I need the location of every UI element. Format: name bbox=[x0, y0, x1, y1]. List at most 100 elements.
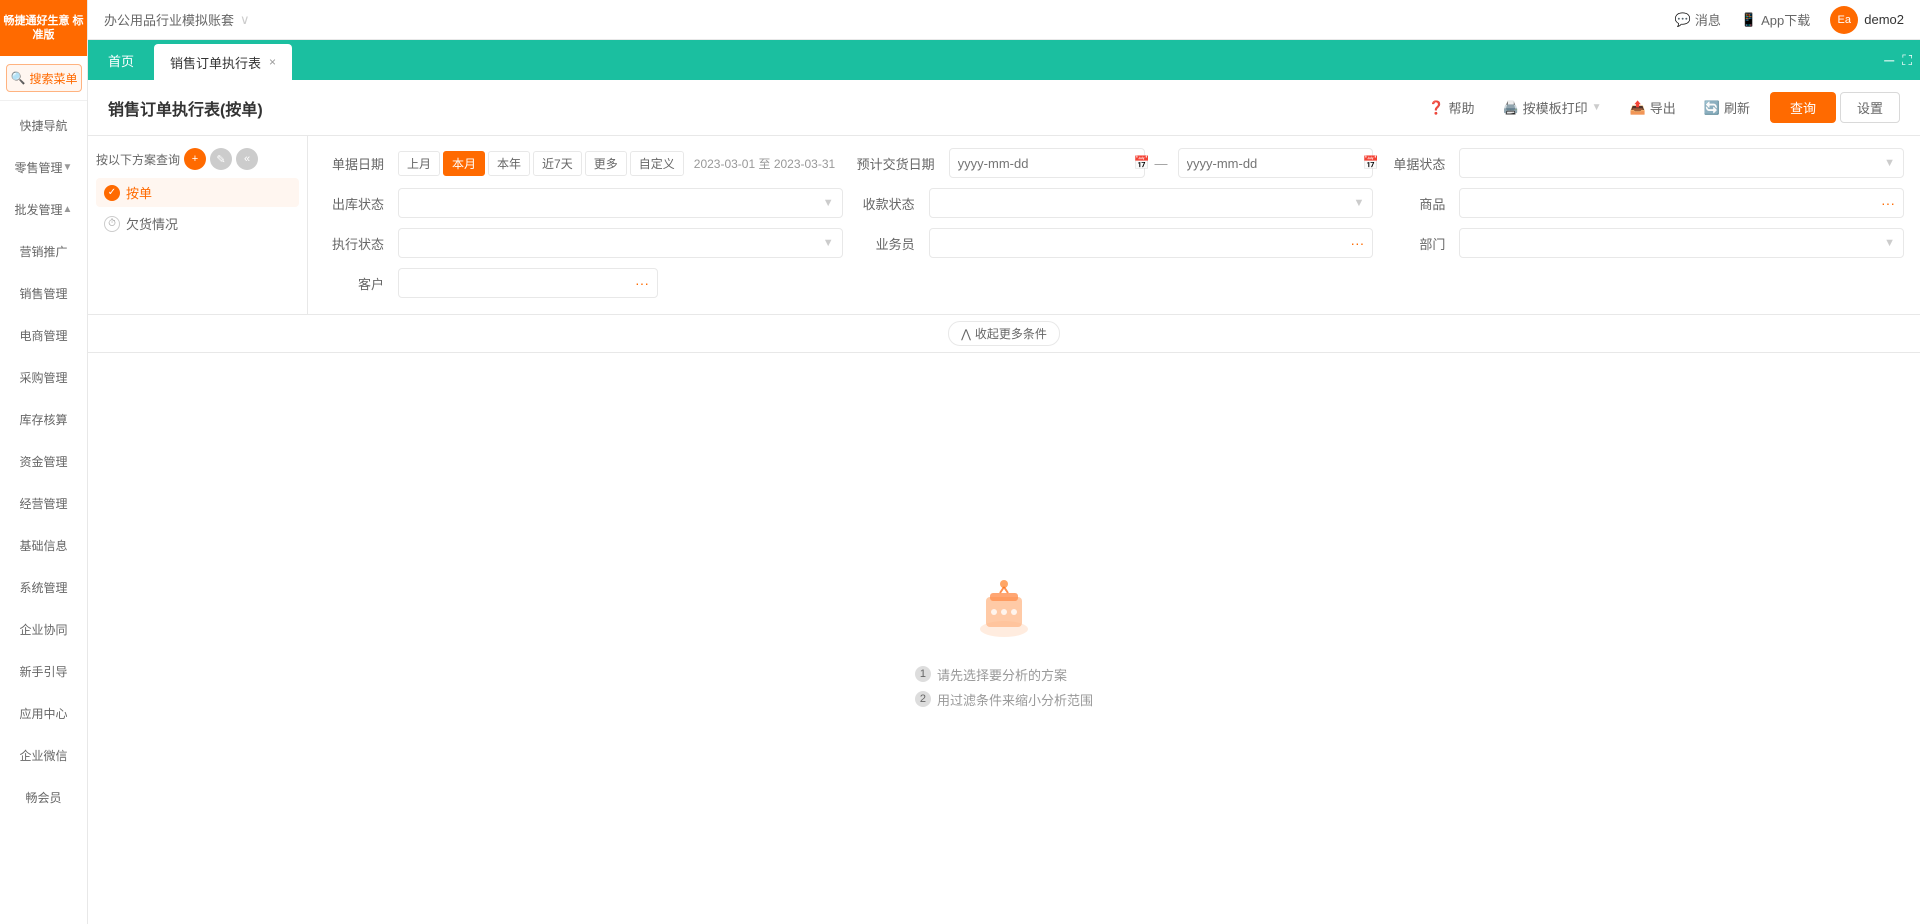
query-setup-group: 查询 设置 bbox=[1770, 92, 1900, 123]
expected-date-start-input[interactable] bbox=[958, 156, 1134, 171]
sidebar-item-xinshou[interactable]: 新手引导 bbox=[0, 651, 87, 691]
filter-plan-item-label: 欠货情况 bbox=[126, 214, 178, 233]
tab-close-icon[interactable]: × bbox=[269, 55, 276, 69]
empty-illustration bbox=[964, 569, 1044, 649]
setup-button[interactable]: 设置 bbox=[1840, 92, 1900, 123]
avatar: Ea bbox=[1830, 6, 1858, 34]
date-btn-last7[interactable]: 近7天 bbox=[533, 151, 582, 176]
filter-plan-title: 按以下方案查询 + ✎ « bbox=[96, 148, 299, 170]
goods-input[interactable] bbox=[1468, 196, 1873, 211]
message-button[interactable]: 💬 消息 bbox=[1675, 10, 1721, 29]
refresh-button[interactable]: 🔄 刷新 bbox=[1696, 94, 1758, 121]
sidebar-item-lingshou[interactable]: 零售管理 ▼ bbox=[0, 147, 87, 187]
customer-label: 客户 bbox=[324, 274, 384, 293]
salesman-input-wrap[interactable]: ··· bbox=[929, 228, 1374, 258]
salesman-more-icon[interactable]: ··· bbox=[1350, 235, 1364, 251]
expected-date-end-input[interactable] bbox=[1187, 156, 1363, 171]
print-label: 按模板打印 bbox=[1523, 98, 1588, 117]
collect-status-input[interactable] bbox=[938, 196, 1354, 211]
customer-input-wrap[interactable]: ··· bbox=[398, 268, 658, 298]
collapse-button[interactable]: ⋀ 收起更多条件 bbox=[948, 321, 1060, 346]
tab-home[interactable]: 首页 bbox=[88, 40, 154, 80]
filter-out-status-group: 出库状态 ▼ bbox=[324, 188, 843, 218]
print-button[interactable]: 🖨️ 按模板打印 ▼ bbox=[1494, 94, 1609, 121]
collapse-plan-button[interactable]: « bbox=[236, 148, 258, 170]
tab-home-label: 首页 bbox=[108, 51, 134, 70]
refresh-label: 刷新 bbox=[1724, 98, 1750, 117]
edit-plan-button[interactable]: ✎ bbox=[210, 148, 232, 170]
topbar-right: 💬 消息 📱 App下载 Ea demo2 bbox=[1675, 6, 1904, 34]
sidebar-item-yingyong[interactable]: 应用中心 bbox=[0, 693, 87, 733]
sidebar-item-label: 零售管理 bbox=[15, 159, 63, 176]
tip-num-1: 1 bbox=[915, 666, 931, 682]
sidebar-item-yingxiao[interactable]: 营销推广 bbox=[0, 231, 87, 271]
out-status-input[interactable] bbox=[407, 196, 823, 211]
export-icon: 📤 bbox=[1630, 100, 1646, 116]
sidebar-item-xiaoshou[interactable]: 销售管理 bbox=[0, 273, 87, 313]
tab-maximize-icon[interactable]: ⛶ bbox=[1902, 52, 1912, 69]
sidebar-item-qiyeweixin[interactable]: 企业微信 bbox=[0, 735, 87, 775]
sidebar-item-huiyuan[interactable]: 畅会员 bbox=[0, 777, 87, 817]
date-btn-group: 上月 本月 本年 近7天 更多 自定义 bbox=[398, 151, 684, 176]
app-download-button[interactable]: 📱 App下载 bbox=[1741, 10, 1810, 29]
sidebar-item-dianshang[interactable]: 电商管理 bbox=[0, 315, 87, 355]
breadcrumb: 办公用品行业模拟账套 ∨ bbox=[104, 10, 1659, 29]
sidebar-item-jingying[interactable]: 经营管理 bbox=[0, 483, 87, 523]
page-content: 销售订单执行表(按单) ❓ 帮助 🖨️ 按模板打印 ▼ 📤 导出 🔄 刷新 bbox=[88, 80, 1920, 924]
sidebar-item-label: 经营管理 bbox=[19, 495, 67, 512]
sidebar-item-label: 电商管理 bbox=[19, 327, 67, 344]
customer-input[interactable] bbox=[407, 276, 627, 291]
expected-date-end[interactable]: 📅 bbox=[1178, 148, 1374, 178]
breadcrumb-text: 办公用品行业模拟账套 bbox=[104, 10, 234, 29]
out-status-select[interactable]: ▼ bbox=[398, 188, 843, 218]
main-content: 办公用品行业模拟账套 ∨ 💬 消息 📱 App下载 Ea demo2 首页 销售… bbox=[88, 0, 1920, 924]
filter-plan-item-andan[interactable]: ✓ 按单 bbox=[96, 178, 299, 207]
date-btn-this-year[interactable]: 本年 bbox=[488, 151, 530, 176]
date-dash: — bbox=[1155, 156, 1168, 171]
exec-status-input[interactable] bbox=[407, 236, 823, 251]
page-title: 销售订单执行表(按单) bbox=[108, 96, 263, 120]
goods-more-icon[interactable]: ··· bbox=[1881, 195, 1895, 211]
page-header: 销售订单执行表(按单) ❓ 帮助 🖨️ 按模板打印 ▼ 📤 导出 🔄 刷新 bbox=[88, 80, 1920, 136]
expected-date-start[interactable]: 📅 bbox=[949, 148, 1145, 178]
sidebar-item-pifa[interactable]: 批发管理 ▲ bbox=[0, 189, 87, 229]
dept-select[interactable]: ▼ bbox=[1459, 228, 1904, 258]
sidebar-item-label: 系统管理 bbox=[19, 579, 67, 596]
filter-row-1: 单据日期 上月 本月 本年 近7天 更多 自定义 2023-03-01 至 20… bbox=[324, 148, 1904, 178]
filter-plan-item-qiankuan[interactable]: ⏱ 欠货情况 bbox=[96, 209, 299, 238]
salesman-input[interactable] bbox=[938, 236, 1343, 251]
exec-status-select[interactable]: ▼ bbox=[398, 228, 843, 258]
single-date-label: 单据日期 bbox=[324, 154, 384, 173]
sidebar-item-kucun[interactable]: 库存核算 bbox=[0, 399, 87, 439]
status-select-input[interactable] bbox=[1468, 156, 1884, 171]
sidebar-item-jichu[interactable]: 基础信息 bbox=[0, 525, 87, 565]
search-menu-button[interactable]: 🔍 搜索菜单 bbox=[6, 64, 82, 92]
export-button[interactable]: 📤 导出 bbox=[1622, 94, 1684, 121]
date-btn-this-month[interactable]: 本月 bbox=[443, 151, 485, 176]
date-btn-custom[interactable]: 自定义 bbox=[630, 151, 684, 176]
date-btn-last-month[interactable]: 上月 bbox=[398, 151, 440, 176]
sidebar-item-zijin[interactable]: 资金管理 bbox=[0, 441, 87, 481]
tip-num-2: 2 bbox=[915, 691, 931, 707]
tab-active-label: 销售订单执行表 bbox=[170, 53, 261, 72]
dept-select-input[interactable] bbox=[1468, 236, 1884, 251]
collect-status-select[interactable]: ▼ bbox=[929, 188, 1374, 218]
help-button[interactable]: ❓ 帮助 bbox=[1420, 94, 1482, 121]
goods-input-wrap[interactable]: ··· bbox=[1459, 188, 1904, 218]
query-button[interactable]: 查询 bbox=[1770, 92, 1836, 123]
customer-more-icon[interactable]: ··· bbox=[635, 275, 649, 291]
sidebar-item-caigou[interactable]: 采购管理 bbox=[0, 357, 87, 397]
date-btn-more[interactable]: 更多 bbox=[585, 151, 627, 176]
export-label: 导出 bbox=[1650, 98, 1676, 117]
help-icon: ❓ bbox=[1428, 100, 1444, 116]
app-download-label: App下载 bbox=[1761, 10, 1810, 29]
sidebar-item-xitong[interactable]: 系统管理 bbox=[0, 567, 87, 607]
tab-active[interactable]: 销售订单执行表 × bbox=[154, 44, 292, 80]
tab-minimize-icon[interactable]: ─ bbox=[1884, 52, 1894, 68]
add-plan-button[interactable]: + bbox=[184, 148, 206, 170]
sidebar-item-qiye[interactable]: 企业协同 bbox=[0, 609, 87, 649]
sidebar-item-label: 新手引导 bbox=[19, 663, 67, 680]
status-select[interactable]: ▼ bbox=[1459, 148, 1904, 178]
print-arrow-icon: ▼ bbox=[1592, 102, 1602, 113]
sidebar-item-kuaijie[interactable]: 快捷导航 bbox=[0, 105, 87, 145]
